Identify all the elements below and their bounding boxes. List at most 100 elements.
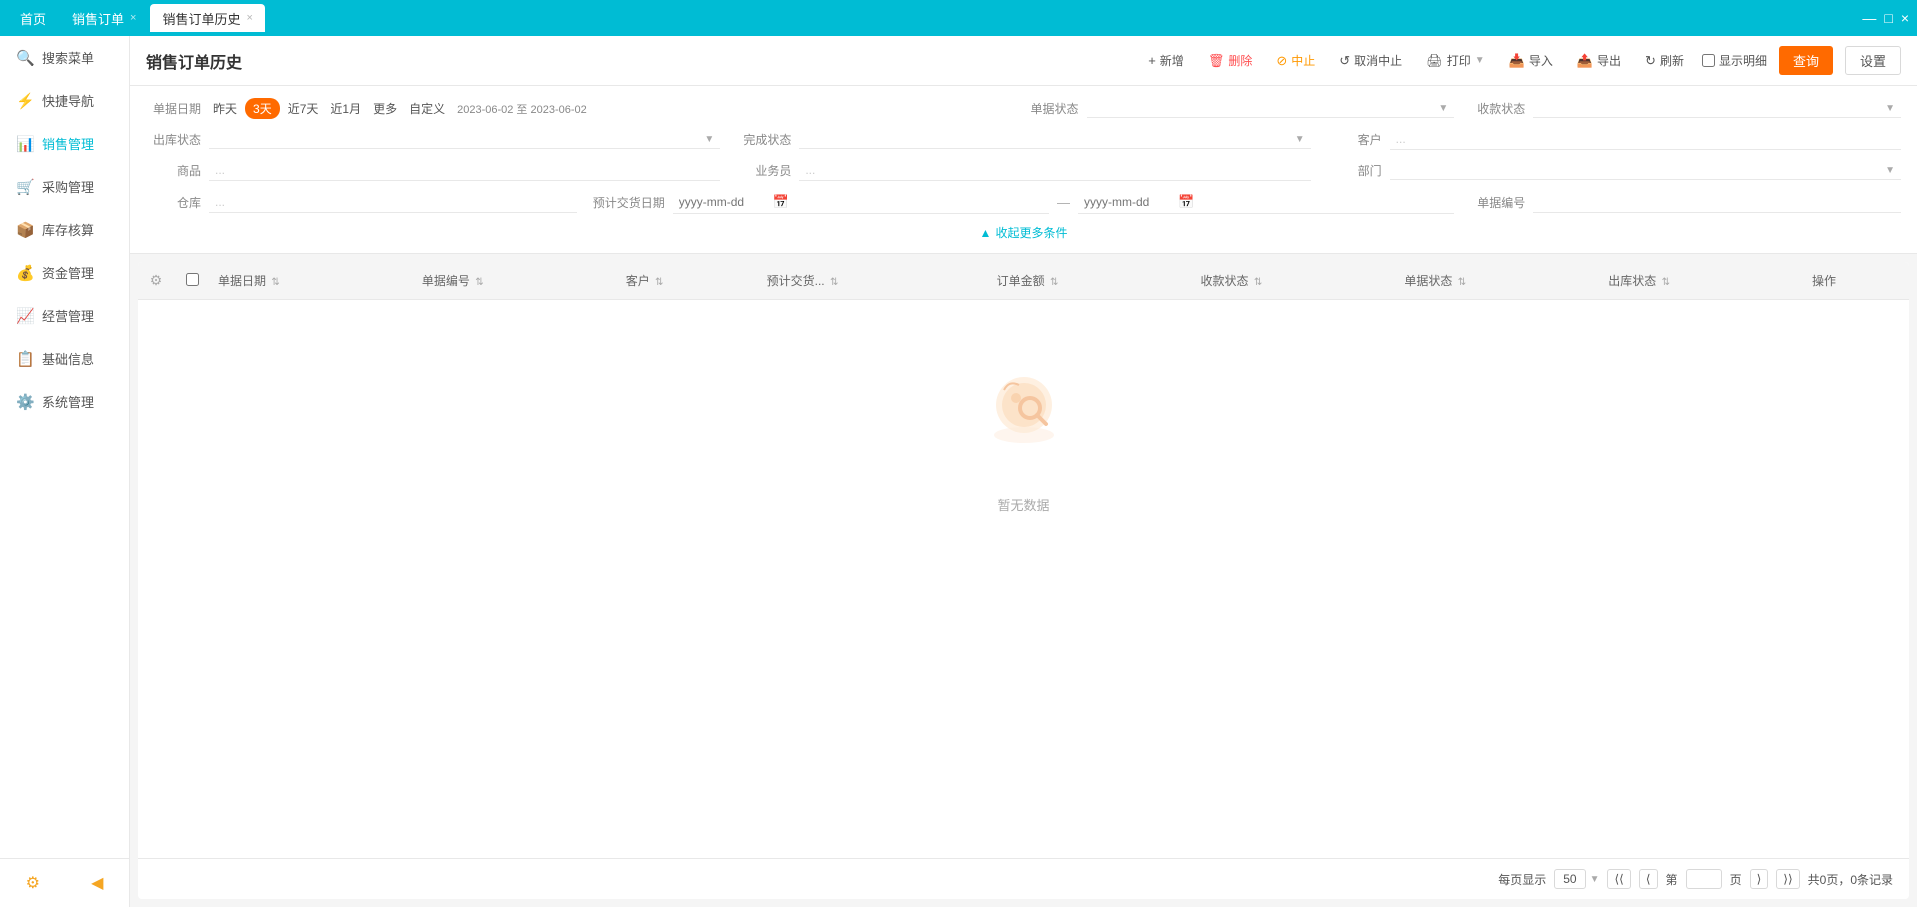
th-payment-status[interactable]: 收款状态 ⇅ [1193, 262, 1397, 300]
customer-label: 客户 [1327, 131, 1382, 148]
sidebar-item-quick-nav[interactable]: ⚡ 快捷导航 [0, 79, 129, 122]
filter-salesperson: 业务员 ... [736, 160, 1310, 181]
select-all-checkbox[interactable] [186, 273, 199, 286]
complete-status-select[interactable]: ▼ [799, 131, 1310, 149]
stop-btn[interactable]: ⊘ 中止 [1270, 48, 1321, 73]
page-next-btn[interactable]: ⟩ [1750, 869, 1769, 889]
import-btn[interactable]: 📥 导入 [1503, 48, 1559, 73]
export-btn[interactable]: 📤 导出 [1571, 48, 1627, 73]
cancel-stop-btn[interactable]: ↺ 取消中止 [1333, 48, 1408, 73]
date-range-display: 2023-06-02 至 2023-06-02 [457, 101, 587, 117]
th-amount-sort-icon: ⇅ [1050, 277, 1058, 288]
th-amount[interactable]: 订单金额 ⇅ [989, 262, 1193, 300]
sidebar-item-inventory[interactable]: 📦 库存核算 [0, 208, 129, 251]
date-yesterday-btn[interactable]: 昨天 [209, 98, 241, 119]
window-max-btn[interactable]: □ [1884, 10, 1892, 26]
sidebar-item-search-menu-label: 搜索菜单 [42, 48, 94, 67]
delivery-date-end-cal-icon[interactable]: 📅 [1178, 194, 1194, 210]
tab-home[interactable]: 首页 [8, 4, 58, 32]
th-number-label: 单据编号 [422, 274, 470, 288]
tab-sales-order-history-close[interactable]: × [246, 12, 252, 24]
th-delivery-status[interactable]: 出库状态 ⇅ [1600, 262, 1804, 300]
delete-btn[interactable]: 🗑 删除 [1202, 48, 1259, 73]
th-doc-status-label: 单据状态 [1404, 274, 1452, 288]
customer-input[interactable]: ... [1390, 129, 1901, 150]
product-input[interactable]: ... [209, 160, 720, 181]
sidebar-item-basic-info[interactable]: 📋 基础信息 [0, 337, 129, 380]
warehouse-input[interactable]: ... [209, 192, 577, 213]
tab-sales-order-close[interactable]: × [130, 12, 136, 24]
settings-btn[interactable]: 设置 [1845, 46, 1901, 75]
date-3days-btn[interactable]: 3天 [245, 98, 280, 119]
import-icon: 📥 [1509, 53, 1525, 69]
print-btn[interactable]: 🖨 打印 ▼ [1420, 48, 1490, 73]
window-close-btn[interactable]: × [1901, 10, 1909, 26]
sidebar-item-sales-mgmt[interactable]: 📊 销售管理 [0, 122, 129, 165]
page-prev-btn[interactable]: ⟨ [1639, 869, 1658, 889]
filter-area: 单据日期 昨天 3天 近7天 近1月 更多 自定义 2023-06-02 至 2… [130, 86, 1917, 254]
payment-status-select[interactable]: ▼ [1533, 100, 1901, 118]
date-more-btn[interactable]: 更多 [369, 98, 401, 119]
delivery-date-start-cal-icon[interactable]: 📅 [773, 194, 789, 210]
department-select[interactable]: ▼ [1390, 162, 1901, 180]
sidebar-item-finance[interactable]: 💰 资金管理 [0, 251, 129, 294]
sidebar-item-search-menu[interactable]: 🔍 搜索菜单 [0, 36, 129, 79]
display-toggle-checkbox[interactable] [1702, 54, 1715, 67]
basic-info-icon: 📋 [16, 350, 34, 368]
th-checkbox[interactable] [174, 262, 210, 300]
payment-status-chevron-icon: ▼ [1885, 103, 1895, 114]
doc-status-select[interactable]: ▼ [1087, 100, 1455, 118]
date-1month-btn[interactable]: 近1月 [326, 98, 365, 119]
th-delivery-label: 预计交货... [767, 274, 825, 288]
tab-sales-order-label: 销售订单 [72, 9, 124, 28]
data-table: ⚙ 单据日期 ⇅ 单据编号 ⇅ [138, 262, 1909, 300]
delivery-date-end-input[interactable] [1084, 195, 1174, 209]
th-customer[interactable]: 客户 ⇅ [618, 262, 759, 300]
sidebar-item-purchase-mgmt[interactable]: 🛒 采购管理 [0, 165, 129, 208]
page-last-btn[interactable]: ⟩⟩ [1776, 869, 1799, 889]
filter-customer: 客户 ... [1327, 129, 1901, 150]
th-doc-status[interactable]: 单据状态 ⇅ [1396, 262, 1600, 300]
delivery-date-label: 预计交货日期 [593, 194, 665, 211]
refresh-icon: ↻ [1645, 53, 1656, 69]
date-filter-options: 昨天 3天 近7天 近1月 更多 自定义 2023-06-02 至 2023-0… [209, 98, 587, 119]
th-settings[interactable]: ⚙ [138, 262, 174, 300]
th-delivery[interactable]: 预计交货... ⇅ [759, 262, 989, 300]
sidebar-settings-icon[interactable]: ⚙ [20, 867, 46, 899]
page-size-value[interactable]: 50 [1554, 869, 1585, 889]
tab-sales-order[interactable]: 销售订单 × [60, 4, 148, 32]
th-number[interactable]: 单据编号 ⇅ [414, 262, 618, 300]
tab-sales-order-history-label: 销售订单历史 [162, 9, 240, 28]
sidebar-collapse-icon[interactable]: ◀ [85, 867, 109, 899]
sidebar-bottom: ⚙ ◀ [0, 858, 129, 907]
sidebar-item-operations[interactable]: 📈 经营管理 [0, 294, 129, 337]
tab-sales-order-history[interactable]: 销售订单历史 × [150, 4, 264, 32]
page-size-select[interactable]: 50 ▼ [1554, 869, 1599, 889]
date-custom-btn[interactable]: 自定义 [405, 98, 449, 119]
refresh-btn[interactable]: ↻ 刷新 [1639, 48, 1690, 73]
warehouse-label: 仓库 [146, 194, 201, 211]
delivery-date-start-input[interactable] [679, 195, 769, 209]
doc-status-label: 单据状态 [1024, 100, 1079, 117]
product-dots-icon: ... [215, 163, 225, 177]
delivery-date-start-wrap: 📅 [673, 191, 1049, 214]
display-toggle[interactable]: 显示明细 [1702, 52, 1767, 69]
collapse-btn[interactable]: ▲ 收起更多条件 [146, 224, 1901, 241]
date-7days-btn[interactable]: 近7天 [284, 98, 323, 119]
sidebar-item-system-mgmt-label: 系统管理 [42, 392, 94, 411]
salesperson-label: 业务员 [736, 162, 791, 179]
new-btn[interactable]: + 新增 [1142, 48, 1190, 73]
query-btn[interactable]: 查询 [1779, 46, 1833, 75]
th-date[interactable]: 单据日期 ⇅ [210, 262, 414, 300]
salesperson-input[interactable]: ... [799, 160, 1310, 181]
page-first-btn[interactable]: ⟨⟨ [1607, 869, 1630, 889]
sidebar-item-system-mgmt[interactable]: ⚙️ 系统管理 [0, 380, 129, 423]
page-suffix: 页 [1730, 871, 1742, 888]
window-controls: — □ × [1862, 10, 1909, 26]
table-settings-gear-icon[interactable]: ⚙ [150, 272, 163, 288]
quick-nav-icon: ⚡ [16, 92, 34, 110]
doc-number-input[interactable] [1533, 192, 1901, 213]
delivery-status-select[interactable]: ▼ [209, 131, 720, 149]
page-number-input[interactable]: 1 [1686, 869, 1722, 889]
window-min-btn[interactable]: — [1862, 10, 1876, 26]
